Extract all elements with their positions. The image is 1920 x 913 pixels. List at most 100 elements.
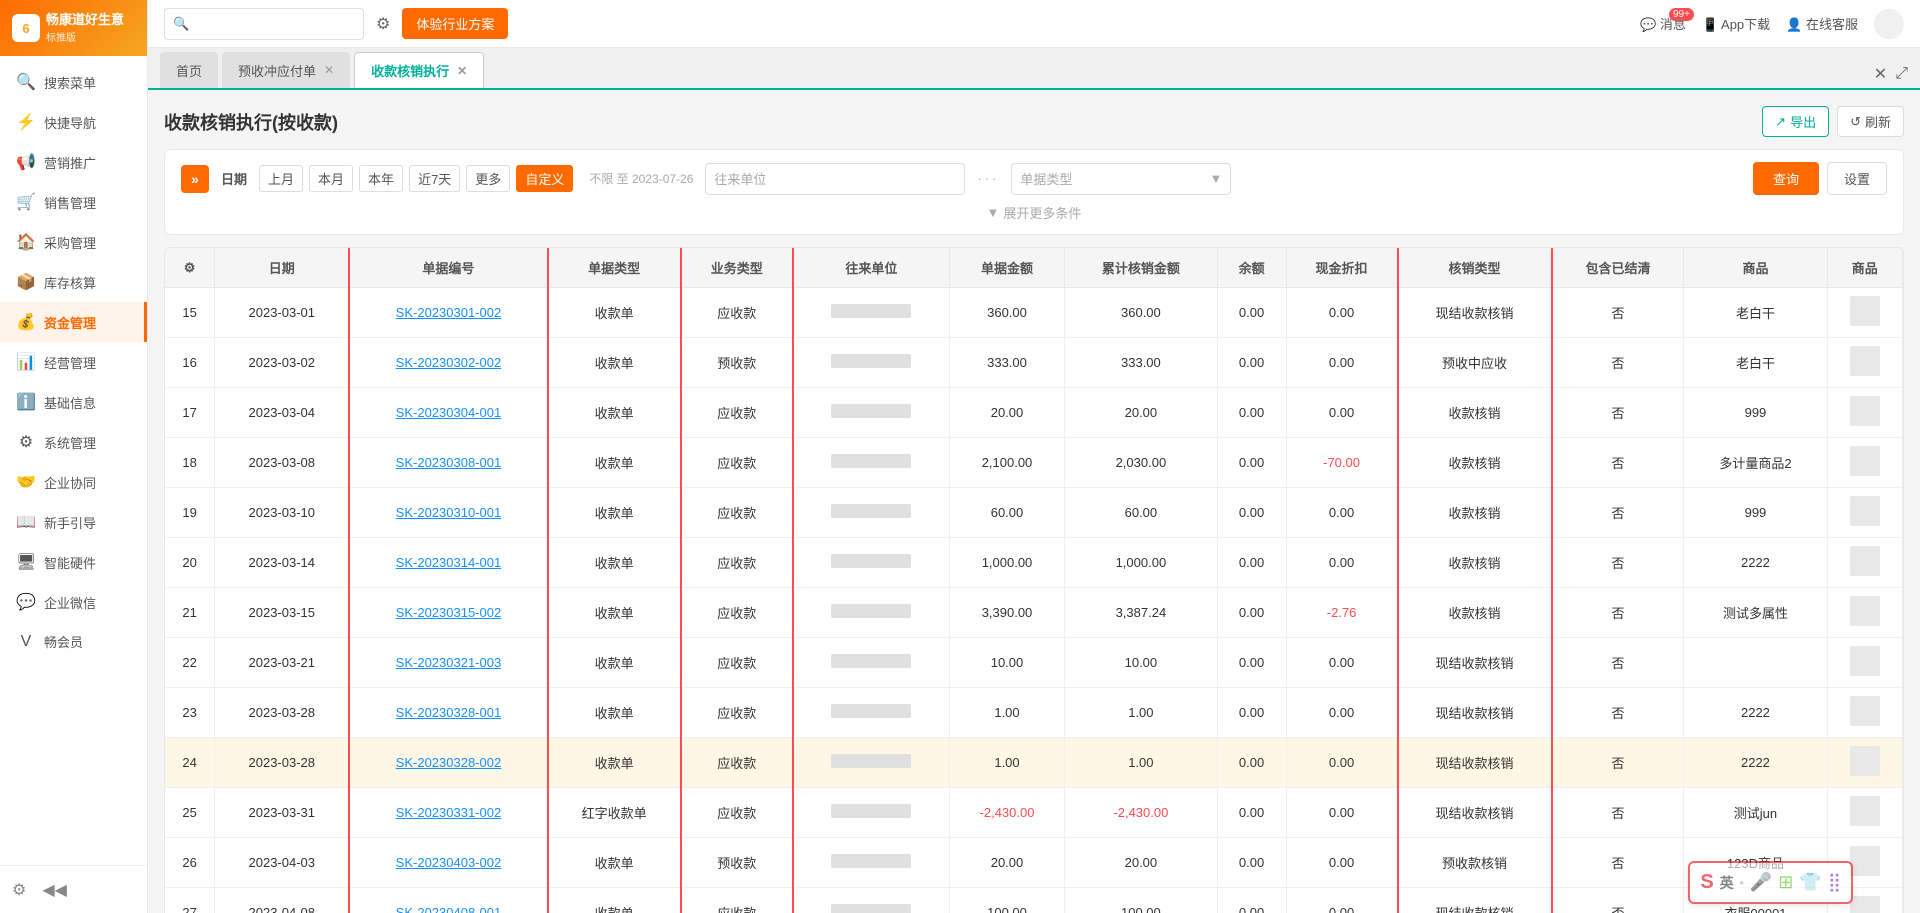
sidebar-item-智能硬件[interactable]: 🖥智能硬件 — [0, 542, 147, 582]
sidebar-item-搜索菜单[interactable]: 🔍搜索菜单 — [0, 62, 147, 102]
collapse-icon[interactable]: ◀◀ — [42, 880, 67, 900]
nav-icon-4: 🏠 — [16, 232, 36, 252]
expand-more-row[interactable]: ▼ 展开更多条件 — [181, 203, 1887, 222]
tab-advance[interactable]: 预收冲应付单 ✕ — [222, 52, 350, 88]
query-btn[interactable]: 查询 — [1753, 162, 1819, 195]
date-btn-this-month[interactable]: 本月 — [309, 165, 353, 192]
cell-goods2 — [1827, 738, 1902, 788]
doc-no-link[interactable]: SK-20230331-002 — [396, 805, 502, 820]
cell-verify-type: 收款核销 — [1398, 588, 1552, 638]
nav-label-11: 新手引导 — [44, 513, 96, 532]
cell-total-amount: 20.00 — [1065, 388, 1217, 438]
column-settings-icon[interactable]: ⚙ — [184, 260, 196, 275]
table-row: 21 2023-03-15 SK-20230315-002 收款单 应收款 3,… — [165, 588, 1903, 638]
sidebar-item-系统管理[interactable]: ⚙系统管理 — [0, 422, 147, 462]
unit-input[interactable]: 往来单位 — [705, 163, 965, 195]
cell-doc-no: SK-20230310-001 — [349, 488, 547, 538]
cell-balance: 0.00 — [1217, 488, 1286, 538]
cell-doc-no: SK-20230328-001 — [349, 688, 547, 738]
topbar-search-box[interactable]: 🔍 — [164, 8, 364, 40]
doc-no-link[interactable]: SK-20230314-001 — [396, 555, 502, 570]
export-btn[interactable]: ↗ 导出 — [1762, 106, 1829, 137]
cell-biz-type: 预收款 — [681, 838, 793, 888]
sidebar-bottom: ⚙ ◀◀ — [0, 865, 147, 913]
type-chevron-icon: ▼ — [1210, 171, 1223, 186]
cell-unit — [793, 588, 949, 638]
sidebar-item-快捷导航[interactable]: ⚡快捷导航 — [0, 102, 147, 142]
nav-icon-3: 🛒 — [16, 192, 36, 212]
cell-date: 2023-03-10 — [215, 488, 350, 538]
doc-no-link[interactable]: SK-20230315-002 — [396, 605, 502, 620]
doc-no-link[interactable]: SK-20230408-001 — [396, 905, 502, 913]
tab-verify[interactable]: 收款核销执行 ✕ — [354, 52, 484, 88]
cell-amount: 100.00 — [949, 888, 1064, 913]
sidebar-item-资金管理[interactable]: 💰资金管理 — [0, 302, 147, 342]
doc-no-link[interactable]: SK-20230328-002 — [396, 755, 502, 770]
online-service-link[interactable]: 👤 在线客服 — [1786, 14, 1858, 33]
tab-expand-icon[interactable]: ⤢ — [1895, 65, 1908, 83]
doc-no-link[interactable]: SK-20230304-001 — [396, 405, 502, 420]
cell-doc-type: 收款单 — [548, 588, 681, 638]
cell-date: 2023-04-03 — [215, 838, 350, 888]
doc-no-link[interactable]: SK-20230302-002 — [396, 355, 502, 370]
cell-biz-type: 应收款 — [681, 788, 793, 838]
cell-balance: 0.00 — [1217, 388, 1286, 438]
doc-no-link[interactable]: SK-20230321-003 — [396, 655, 502, 670]
type-select[interactable]: 单据类型 ▼ — [1011, 163, 1231, 195]
refresh-btn[interactable]: ↺ 刷新 — [1837, 106, 1904, 137]
topbar-search-icon: 🔍 — [173, 16, 189, 32]
app-download-link[interactable]: 📱 App下载 — [1702, 14, 1770, 33]
sidebar-item-基础信息[interactable]: ℹ️基础信息 — [0, 382, 147, 422]
filter-expand-btn[interactable]: » — [181, 165, 209, 193]
cell-doc-type: 收款单 — [548, 538, 681, 588]
industry-btn[interactable]: 体验行业方案 — [402, 8, 508, 39]
sidebar-item-营销推广[interactable]: 📢营销推广 — [0, 142, 147, 182]
cell-unit — [793, 488, 949, 538]
user-avatar[interactable] — [1874, 9, 1904, 39]
tab-verify-close[interactable]: ✕ — [457, 64, 467, 78]
cell-date: 2023-03-14 — [215, 538, 350, 588]
cell-discount: 0.00 — [1286, 888, 1397, 913]
cell-id: 26 — [165, 838, 215, 888]
doc-no-link[interactable]: SK-20230403-002 — [396, 855, 502, 870]
sidebar-item-经营管理[interactable]: 📊经营管理 — [0, 342, 147, 382]
th-date: 日期 — [215, 248, 350, 288]
th-total-amount: 累计核销金额 — [1065, 248, 1217, 288]
topbar-gear-icon[interactable]: ⚙ — [376, 14, 390, 34]
date-btn-last-month[interactable]: 上月 — [259, 165, 303, 192]
cell-goods2 — [1827, 488, 1902, 538]
cell-verify-type: 现结收款核销 — [1398, 888, 1552, 913]
th-settings[interactable]: ⚙ — [165, 248, 215, 288]
cell-doc-no: SK-20230331-002 — [349, 788, 547, 838]
cell-biz-type: 应收款 — [681, 438, 793, 488]
sidebar-item-新手引导[interactable]: 📖新手引导 — [0, 502, 147, 542]
cell-discount: 0.00 — [1286, 538, 1397, 588]
doc-no-link[interactable]: SK-20230301-002 — [396, 305, 502, 320]
sidebar-item-畅会员[interactable]: V畅会员 — [0, 622, 147, 661]
sidebar-item-企业微信[interactable]: 💬企业微信 — [0, 582, 147, 622]
cell-id: 18 — [165, 438, 215, 488]
sidebar-item-企业协同[interactable]: 🤝企业协同 — [0, 462, 147, 502]
cell-doc-type: 收款单 — [548, 638, 681, 688]
sidebar-item-采购管理[interactable]: 🏠采购管理 — [0, 222, 147, 262]
cell-amount: 20.00 — [949, 388, 1064, 438]
tab-home[interactable]: 首页 — [160, 52, 218, 88]
doc-no-link[interactable]: SK-20230310-001 — [396, 505, 502, 520]
date-btn-more[interactable]: 更多 — [466, 165, 510, 192]
date-btn-7days[interactable]: 近7天 — [409, 165, 460, 192]
expand-more-label: 展开更多条件 — [1003, 203, 1081, 222]
cell-goods1: 测试jun — [1684, 788, 1827, 838]
doc-no-link[interactable]: SK-20230328-001 — [396, 705, 502, 720]
sidebar-item-销售管理[interactable]: 🛒销售管理 — [0, 182, 147, 222]
date-btn-custom[interactable]: 自定义 — [516, 165, 573, 192]
tab-advance-close[interactable]: ✕ — [324, 63, 334, 77]
settings-gear-icon[interactable]: ⚙ — [12, 880, 26, 900]
date-filter-label: 日期 — [221, 169, 247, 188]
messages-btn[interactable]: 💬 消息 99+ — [1640, 14, 1686, 33]
cell-goods1: 衣服00001 — [1684, 888, 1827, 913]
setting-btn[interactable]: 设置 — [1827, 162, 1887, 195]
sidebar-item-库存核算[interactable]: 📦库存核算 — [0, 262, 147, 302]
date-btn-this-year[interactable]: 本年 — [359, 165, 403, 192]
tab-close-icon[interactable]: ✕ — [1874, 64, 1887, 84]
doc-no-link[interactable]: SK-20230308-001 — [396, 455, 502, 470]
